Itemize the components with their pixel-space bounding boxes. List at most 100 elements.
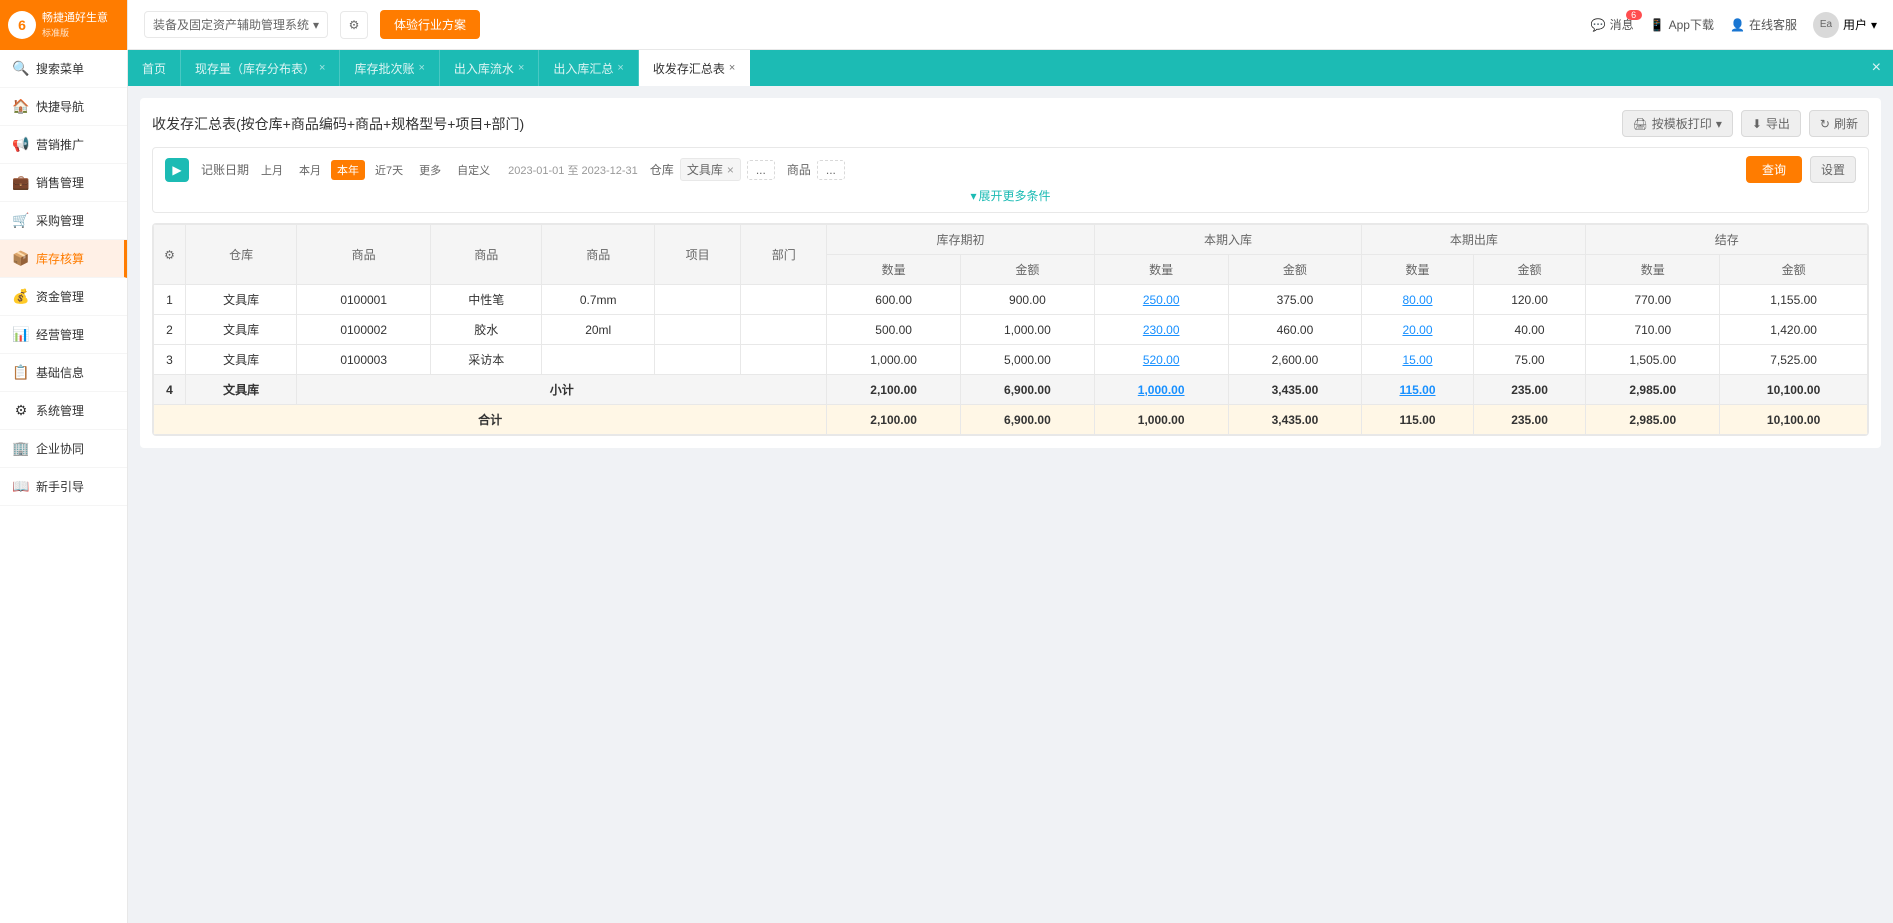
subtotal-label: 小计 xyxy=(297,375,827,405)
main-area: 装备及固定资产辅助管理系统 ▾ ⚙ 体验行业方案 💬 消息 6 📱 App下载 … xyxy=(128,0,1893,923)
sidebar-item-search[interactable]: 🔍搜索菜单 xyxy=(0,50,127,88)
print-button[interactable]: 🖨 按模板打印 ▾ xyxy=(1622,110,1733,137)
purchase-icon: 🛒 xyxy=(12,212,30,229)
table-row: 2 文具库 0100002 胶水 20ml 500.00 1,000.00 23… xyxy=(154,315,1868,345)
filter-expand-button[interactable]: ▶ xyxy=(165,158,189,182)
sidebar-item-label-guide: 新手引导 xyxy=(36,478,84,495)
expand-more-conditions-link[interactable]: ▾ 展开更多条件 xyxy=(970,187,1050,204)
sidebar-item-finance[interactable]: 💰资金管理 xyxy=(0,278,127,316)
sidebar-item-guide[interactable]: 📖新手引导 xyxy=(0,468,127,506)
tab-label: 现存量（库存分布表） xyxy=(195,60,315,77)
logo-area: 6 畅捷通好生意 标准版 xyxy=(0,0,127,50)
print-dropdown-icon: ▾ xyxy=(1716,117,1722,131)
cell-in-qty[interactable]: 230.00 xyxy=(1094,315,1228,345)
sidebar-item-label-finance: 资金管理 xyxy=(36,288,84,305)
warehouse-more-button[interactable]: ... xyxy=(747,160,775,180)
cell-dept xyxy=(741,315,827,345)
expand-link-text: 展开更多条件 xyxy=(979,187,1051,204)
system-title-dropdown[interactable]: 装备及固定资产辅助管理系统 ▾ xyxy=(144,11,328,38)
sidebar-item-system[interactable]: ⚙系统管理 xyxy=(0,392,127,430)
refresh-button[interactable]: ↻ 刷新 xyxy=(1809,110,1869,137)
cell-spec: 20ml xyxy=(542,315,655,345)
goods-more-button[interactable]: ... xyxy=(817,160,845,180)
sidebar-item-corp[interactable]: 🏢企业协同 xyxy=(0,430,127,468)
table-row: 3 文具库 0100003 采访本 1,000.00 5,000.00 520.… xyxy=(154,345,1868,375)
query-button[interactable]: 查询 xyxy=(1746,156,1802,183)
cell-bal-amt: 7,525.00 xyxy=(1720,345,1868,375)
cell-out-qty[interactable]: 80.00 xyxy=(1362,285,1473,315)
sidebar-item-operation[interactable]: 📊经营管理 xyxy=(0,316,127,354)
filter-settings-button[interactable]: 设置 xyxy=(1810,156,1856,183)
date-filter-label: 记账日期 xyxy=(201,161,249,178)
logo-title: 畅捷通好生意 xyxy=(42,11,108,25)
date-option-本年[interactable]: 本年 xyxy=(331,160,365,180)
warehouse-filter-tag[interactable]: 文具库 × xyxy=(680,158,741,181)
user-menu[interactable]: Ea 用户 ▾ xyxy=(1813,12,1877,38)
th-in-qty: 数量 xyxy=(1094,255,1228,285)
message-icon: 💬 xyxy=(1591,18,1606,32)
date-option-自定义[interactable]: 自定义 xyxy=(451,160,496,180)
tab-现存量库存分布表[interactable]: 现存量（库存分布表） × xyxy=(181,50,340,86)
date-option-本月[interactable]: 本月 xyxy=(293,160,327,180)
tab-出入库流水[interactable]: 出入库流水× xyxy=(440,50,539,86)
footer-out-amt: 235.00 xyxy=(1473,405,1586,435)
tab-label: 首页 xyxy=(142,60,166,77)
sidebar-item-label-quick: 快捷导航 xyxy=(36,98,84,115)
warehouse-tag-close-icon[interactable]: × xyxy=(727,163,734,177)
cell-in-amt: 460.00 xyxy=(1228,315,1362,345)
cell-name: 采访本 xyxy=(431,345,542,375)
tab-close-icon[interactable]: × xyxy=(319,62,325,74)
subtotal-in-qty: 1,000.00 xyxy=(1094,375,1228,405)
online-service-action[interactable]: 👤 在线客服 xyxy=(1730,16,1797,33)
sidebar-item-label-basic: 基础信息 xyxy=(36,364,84,381)
app-download-action[interactable]: 📱 App下载 xyxy=(1650,16,1714,33)
tab-出入库汇总[interactable]: 出入库汇总 × xyxy=(539,50,638,86)
tab-label: 出入库汇总 xyxy=(553,60,613,77)
tabs-close-all-button[interactable]: × xyxy=(1860,59,1893,77)
th-settings[interactable]: ⚙ xyxy=(154,225,186,285)
settings-gear-button[interactable]: ⚙ xyxy=(340,11,368,39)
export-button[interactable]: ⬇ 导出 xyxy=(1741,110,1801,137)
trial-button[interactable]: 体验行业方案 xyxy=(380,10,480,39)
sidebar-item-label-system: 系统管理 xyxy=(36,402,84,419)
cell-out-qty[interactable]: 20.00 xyxy=(1362,315,1473,345)
refresh-label: 刷新 xyxy=(1834,115,1858,132)
cell-out-qty[interactable]: 15.00 xyxy=(1362,345,1473,375)
tab-close-icon[interactable]: × xyxy=(418,62,424,74)
sidebar-item-sales[interactable]: 💼销售管理 xyxy=(0,164,127,202)
topbar-actions: 💬 消息 6 📱 App下载 👤 在线客服 Ea 用户 ▾ xyxy=(1591,12,1877,38)
tab-收发存汇总表[interactable]: 收发存汇总表× xyxy=(639,50,750,86)
subtotal-in-amt: 3,435.00 xyxy=(1228,375,1362,405)
date-option-上月[interactable]: 上月 xyxy=(255,160,289,180)
page-card: 收发存汇总表(按仓库+商品编码+商品+规格型号+项目+部门) 🖨 按模板打印 ▾… xyxy=(140,98,1881,448)
marketing-icon: 📢 xyxy=(12,136,30,153)
tab-库存批次账[interactable]: 库存批次账× xyxy=(340,50,439,86)
th-dept: 部门 xyxy=(741,225,827,285)
date-option-更多[interactable]: 更多 xyxy=(413,160,447,180)
sidebar-item-purchase[interactable]: 🛒采购管理 xyxy=(0,202,127,240)
sidebar-item-quick[interactable]: 🏠快捷导航 xyxy=(0,88,127,126)
cell-in-qty[interactable]: 250.00 xyxy=(1094,285,1228,315)
cell-in-qty[interactable]: 520.00 xyxy=(1094,345,1228,375)
inventory-icon: 📦 xyxy=(12,250,30,267)
sidebar-item-inventory[interactable]: 📦库存核算 xyxy=(0,240,127,278)
page-title-row: 收发存汇总表(按仓库+商品编码+商品+规格型号+项目+部门) 🖨 按模板打印 ▾… xyxy=(152,110,1869,137)
tab-close-icon[interactable]: × xyxy=(617,62,623,74)
cell-in-amt: 375.00 xyxy=(1228,285,1362,315)
gear-th-icon: ⚙ xyxy=(164,248,175,262)
tab-首页[interactable]: 首页 xyxy=(128,50,181,86)
sidebar-item-basic[interactable]: 📋基础信息 xyxy=(0,354,127,392)
th-opening-group: 库存期初 xyxy=(827,225,1095,255)
tab-close-icon[interactable]: × xyxy=(729,62,735,74)
sidebar-menu: 🔍搜索菜单🏠快捷导航📢营销推广💼销售管理🛒采购管理📦库存核算💰资金管理📊经营管理… xyxy=(0,50,127,923)
filter-row: ▶ 记账日期 上月本月本年近7天更多自定义 2023-01-01 至 2023-… xyxy=(165,156,1856,183)
data-table: ⚙ 仓库 商品 商品 商品 项目 部门 库存期初 本期入库 本期出库 结存 xyxy=(153,224,1868,435)
date-option-近7天[interactable]: 近7天 xyxy=(369,160,409,180)
message-action[interactable]: 💬 消息 6 xyxy=(1591,16,1634,33)
cell-open-qty: 1,000.00 xyxy=(827,345,961,375)
sidebar-item-marketing[interactable]: 📢营销推广 xyxy=(0,126,127,164)
tab-close-icon[interactable]: × xyxy=(518,62,524,74)
corp-icon: 🏢 xyxy=(12,440,30,457)
table-row: 1 文具库 0100001 中性笔 0.7mm 600.00 900.00 25… xyxy=(154,285,1868,315)
cell-name: 中性笔 xyxy=(431,285,542,315)
